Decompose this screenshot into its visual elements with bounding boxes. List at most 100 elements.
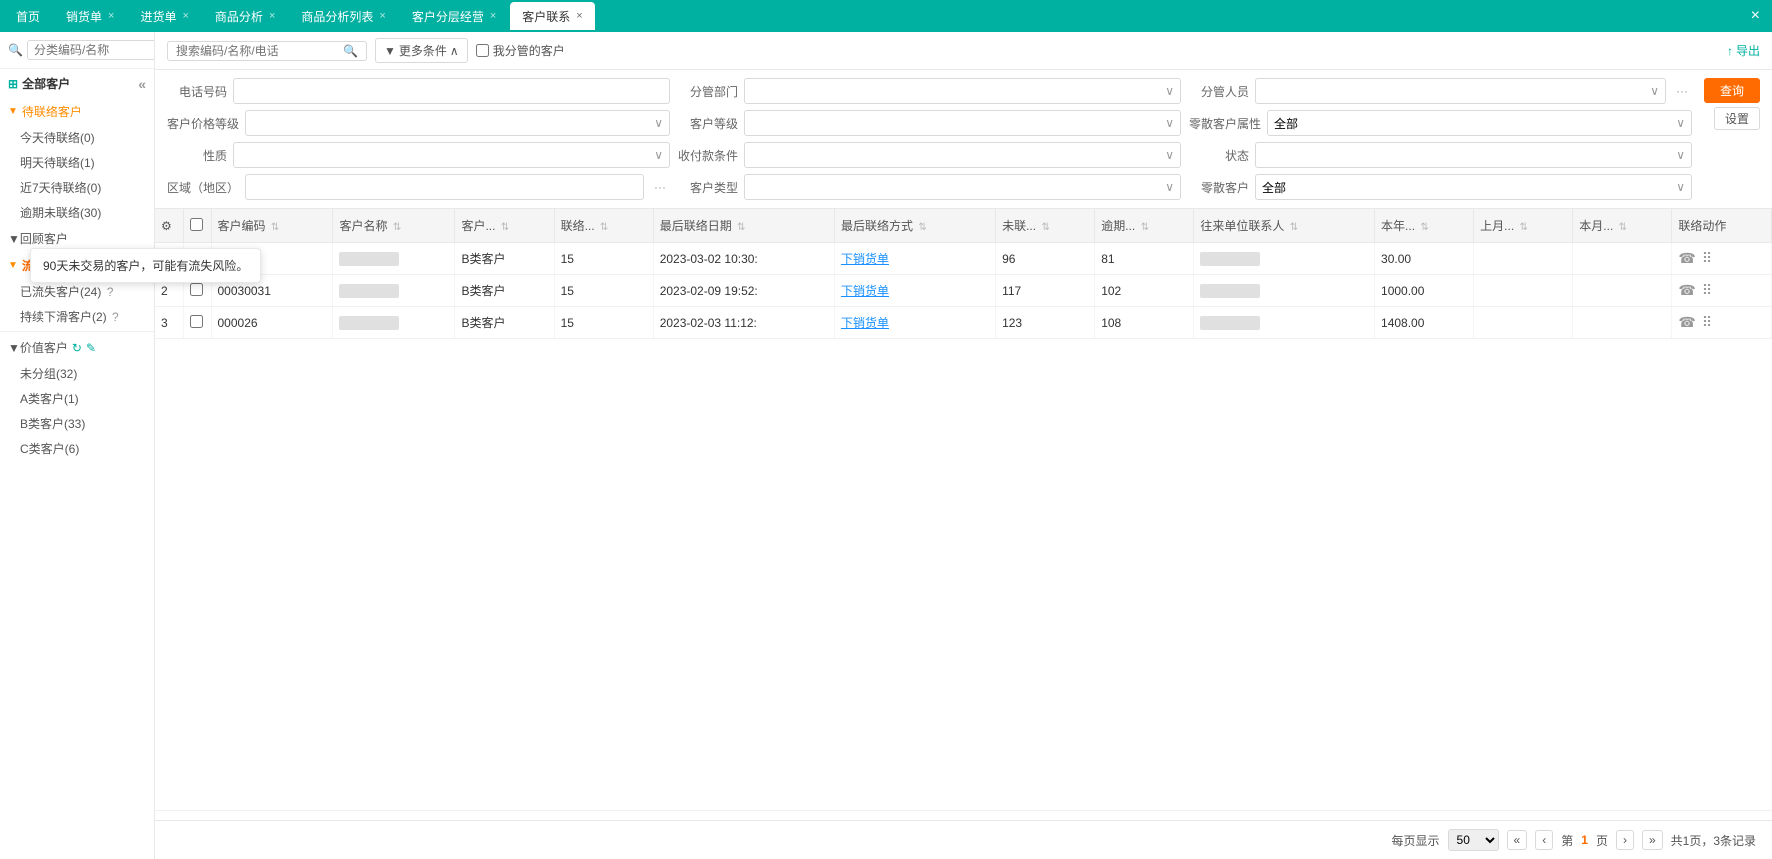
- sidebar-collapse-btn[interactable]: «: [138, 76, 146, 92]
- tab-home[interactable]: 首页: [4, 2, 52, 30]
- cell-last-month: [1474, 243, 1573, 275]
- col-last-date[interactable]: 最后联络日期 ⇅: [653, 209, 834, 243]
- filter-region-dots[interactable]: ···: [650, 180, 670, 194]
- col-last-type[interactable]: 最后联络方式 ⇅: [834, 209, 995, 243]
- sidebar-item-week-pending[interactable]: 近7天待联络(0): [0, 175, 154, 200]
- filter-phone-label: 电话号码: [167, 83, 227, 100]
- contact-action-icon[interactable]: ☎: [1678, 282, 1695, 299]
- cell-last-type[interactable]: 下销货单: [834, 243, 995, 275]
- sidebar-item-tomorrow-pending[interactable]: 明天待联络(1): [0, 150, 154, 175]
- per-page-select[interactable]: 50 100 200: [1448, 829, 1499, 851]
- more-filter-button[interactable]: ▼ 更多条件 ∧: [375, 38, 468, 63]
- filter-manager-dots[interactable]: ···: [1672, 84, 1692, 98]
- sidebar-item-c-class[interactable]: C类客户(6): [0, 436, 154, 461]
- filter-nature-select[interactable]: ∨: [233, 142, 670, 168]
- filter-row-4: 区域（地区） ··· 客户类型 ∨: [167, 174, 1692, 200]
- filter-zero-customer-select[interactable]: 全部 ∨: [1255, 174, 1692, 200]
- contact-type-link[interactable]: 下销货单: [841, 252, 889, 266]
- prev-page-button[interactable]: ‹: [1535, 830, 1553, 850]
- sidebar-item-a-class[interactable]: A类客户(1): [0, 386, 154, 411]
- filter-manager-select[interactable]: ∨: [1255, 78, 1666, 104]
- row-checkbox[interactable]: [190, 315, 203, 328]
- action-icons-group: ☎ ⠿: [1678, 250, 1765, 267]
- filter-zero-attr-label: 零散客户属性: [1189, 115, 1261, 132]
- filter-phone-input[interactable]: [233, 78, 670, 104]
- row-checkbox[interactable]: [190, 283, 203, 296]
- filter-customer-type-select[interactable]: ∨: [744, 174, 1181, 200]
- tab-customer-contact[interactable]: 客户联系 ×: [510, 2, 594, 30]
- filter-payment-select[interactable]: ∨: [744, 142, 1181, 168]
- col-this-year[interactable]: 本年... ⇅: [1375, 209, 1474, 243]
- export-button[interactable]: ↑ 导出: [1727, 42, 1760, 59]
- horizontal-scrollbar[interactable]: [155, 810, 1772, 820]
- close-tab-customer-layers[interactable]: ×: [490, 10, 496, 22]
- col-uncontacted[interactable]: 未联... ⇅: [996, 209, 1095, 243]
- filter-price-grade-select[interactable]: ∨: [245, 110, 670, 136]
- contact-type-link[interactable]: 下销货单: [841, 316, 889, 330]
- sidebar-item-today-pending[interactable]: 今天待联络(0): [0, 125, 154, 150]
- filter-region-input[interactable]: [245, 174, 644, 200]
- col-code[interactable]: 客户编码 ⇅: [211, 209, 333, 243]
- my-customer-checkbox[interactable]: [476, 44, 489, 57]
- contact-type-link[interactable]: 下销货单: [841, 284, 889, 298]
- filter-row-3: 性质 ∨ 收付款条件 ∨: [167, 142, 1692, 168]
- contact-action-icon[interactable]: ☎: [1678, 314, 1695, 331]
- close-tab-sales[interactable]: ×: [108, 10, 114, 22]
- close-all-tabs[interactable]: ×: [1743, 7, 1768, 25]
- edit-icon[interactable]: ✎: [86, 341, 96, 355]
- my-customer-checkbox-label[interactable]: 我分管的客户: [476, 42, 565, 59]
- more-action-icon[interactable]: ⠿: [1702, 250, 1712, 267]
- tab-product-analysis-list[interactable]: 商品分析列表 ×: [289, 2, 397, 30]
- sidebar-item-b-class[interactable]: B类客户(33): [0, 411, 154, 436]
- last-page-button[interactable]: »: [1642, 830, 1663, 850]
- col-overdue[interactable]: 逾期... ⇅: [1095, 209, 1194, 243]
- chevron-down-icon-10: ∨: [1676, 180, 1685, 194]
- sidebar-item-ungrouped[interactable]: 未分组(32): [0, 361, 154, 386]
- more-action-icon[interactable]: ⠿: [1702, 282, 1712, 299]
- close-tab-purchase[interactable]: ×: [182, 10, 188, 22]
- filter-payment: 收付款条件 ∨: [678, 142, 1181, 168]
- sidebar-search-input[interactable]: [27, 40, 155, 60]
- col-contact-person[interactable]: 往来单位联系人 ⇅: [1194, 209, 1375, 243]
- query-button[interactable]: 查询: [1704, 78, 1760, 103]
- filter-customer-grade-select[interactable]: ∨: [744, 110, 1181, 136]
- close-tab-product-analysis-list[interactable]: ×: [379, 10, 385, 22]
- first-page-button[interactable]: «: [1507, 830, 1528, 850]
- toolbar-search-input[interactable]: [176, 44, 339, 58]
- filter-status-select[interactable]: ∨: [1255, 142, 1692, 168]
- contact-action-icon[interactable]: ☎: [1678, 250, 1695, 267]
- more-action-icon[interactable]: ⠿: [1702, 314, 1712, 331]
- next-page-button[interactable]: ›: [1616, 830, 1634, 850]
- col-last-month[interactable]: 上月... ⇅: [1474, 209, 1573, 243]
- col-this-month[interactable]: 本月... ⇅: [1573, 209, 1672, 243]
- cell-last-type[interactable]: 下销货单: [834, 275, 995, 307]
- cell-last-type[interactable]: 下销货单: [834, 307, 995, 339]
- chevron-down-icon: ∨: [1165, 84, 1174, 98]
- filter-nature: 性质 ∨: [167, 142, 670, 168]
- sort-icon-last-month: ⇅: [1520, 222, 1528, 233]
- sidebar-group-pending[interactable]: ▼ 待联络客户: [0, 98, 154, 125]
- col-type[interactable]: 客户... ⇅: [455, 209, 554, 243]
- select-all-checkbox[interactable]: [190, 218, 203, 231]
- sidebar-item-overdue-pending[interactable]: 逾期未联络(30): [0, 200, 154, 225]
- sidebar-item-churn-declining[interactable]: 持续下滑客户(2) ?: [0, 304, 154, 329]
- close-tab-customer-contact[interactable]: ×: [576, 10, 582, 22]
- col-contact[interactable]: 联络... ⇅: [554, 209, 653, 243]
- col-name[interactable]: 客户名称 ⇅: [333, 209, 455, 243]
- col-checkbox[interactable]: [183, 209, 211, 243]
- sidebar-group-value[interactable]: ▼ 价值客户 ↻ ✎: [0, 334, 154, 361]
- filter-dept-select[interactable]: ∨: [744, 78, 1181, 104]
- col-settings[interactable]: ⚙: [155, 209, 183, 243]
- sidebar-all-customers[interactable]: ⊞ 全部客户 «: [0, 69, 154, 98]
- tab-sales[interactable]: 销货单 ×: [54, 2, 126, 30]
- close-tab-product-analysis[interactable]: ×: [269, 10, 275, 22]
- tab-customer-layers[interactable]: 客户分层经营 ×: [400, 2, 508, 30]
- sort-icon-this-year: ⇅: [1420, 222, 1428, 233]
- refresh-icon[interactable]: ↻: [72, 341, 82, 355]
- tab-purchase[interactable]: 进货单 ×: [128, 2, 200, 30]
- cell-name: [333, 307, 455, 339]
- filter-zero-attr-select[interactable]: 全部 ∨: [1267, 110, 1692, 136]
- cell-checkbox[interactable]: [183, 307, 211, 339]
- settings-button[interactable]: 设置: [1714, 107, 1760, 130]
- tab-product-analysis[interactable]: 商品分析 ×: [203, 2, 287, 30]
